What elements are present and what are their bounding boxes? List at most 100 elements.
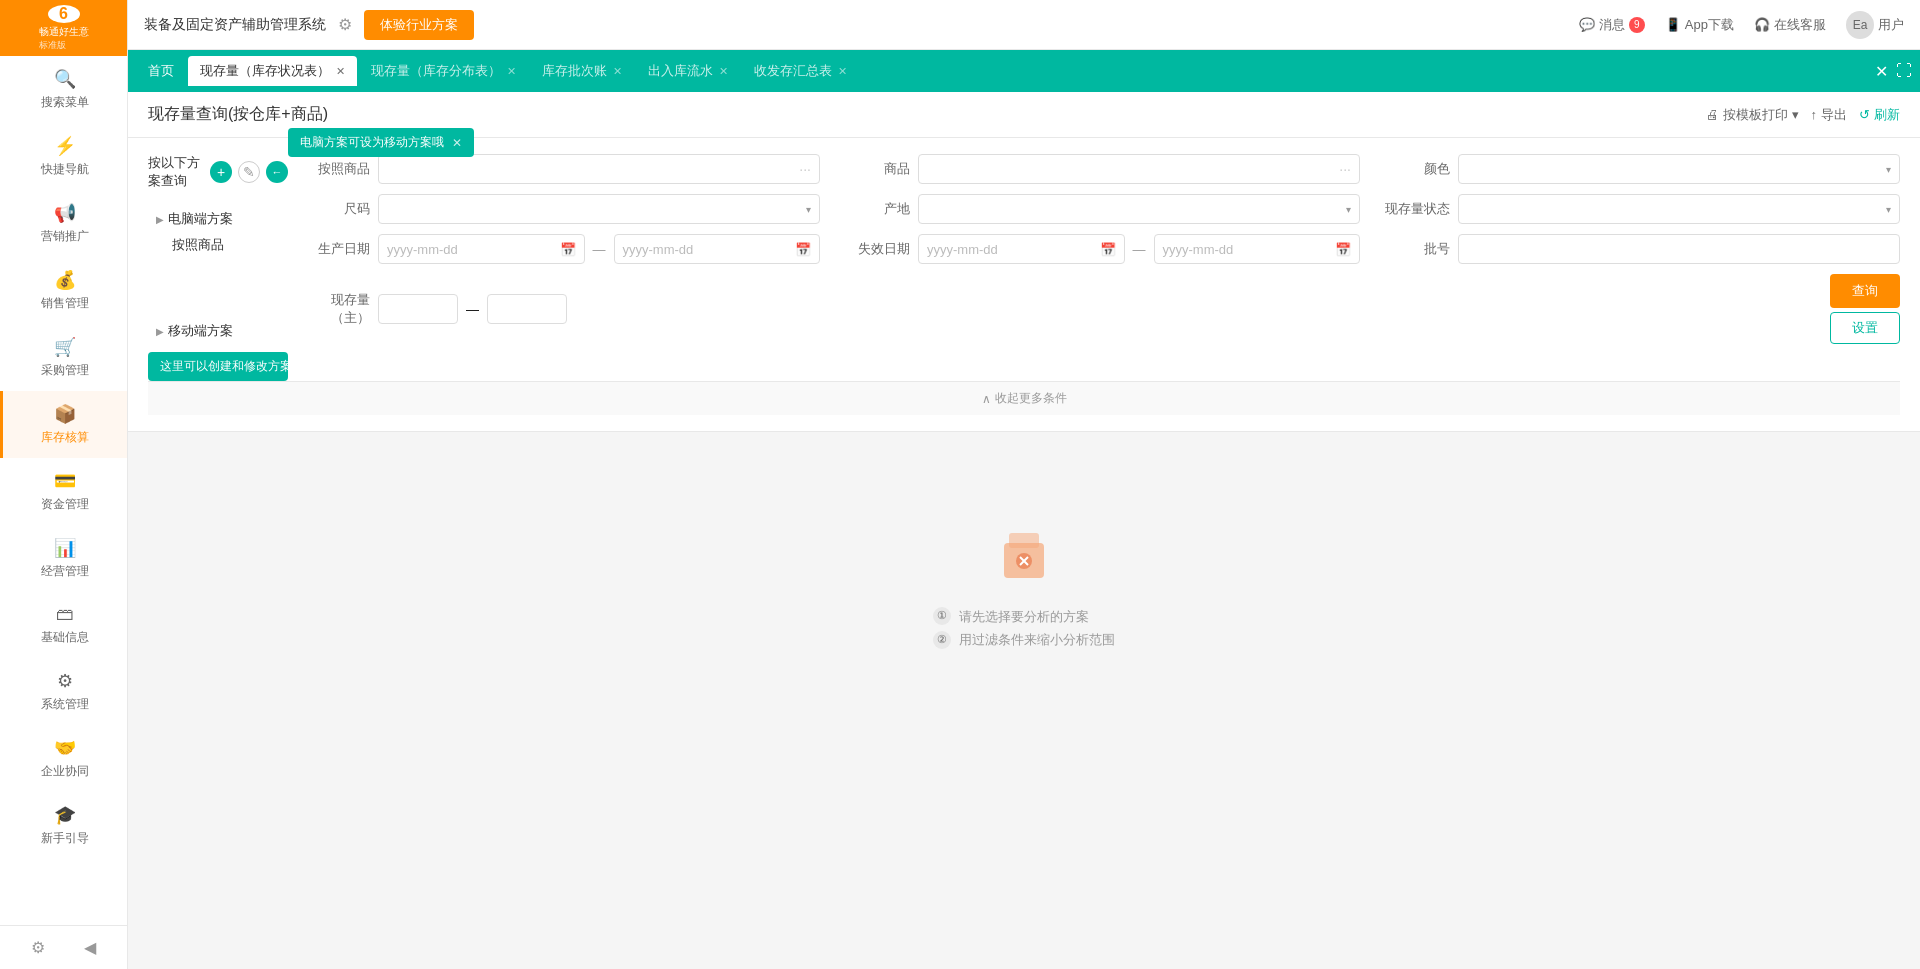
- origin-select[interactable]: ▾: [918, 194, 1360, 224]
- stock-status-select[interactable]: ▾: [1458, 194, 1900, 224]
- close-tab-2-icon[interactable]: ✕: [613, 65, 622, 78]
- maximize-icon[interactable]: ⛶: [1896, 62, 1912, 80]
- empty-tips: ① 请先选择要分析的方案 ② 用过滤条件来缩小分析范围: [933, 605, 1115, 652]
- dropdown-arrow-icon: ▾: [1792, 107, 1799, 122]
- notifications-group[interactable]: 💬 消息 9: [1579, 16, 1645, 34]
- color-select[interactable]: ▾: [1458, 154, 1900, 184]
- brand-text: 畅通好生意 标准版: [39, 25, 89, 52]
- stock-status-dropdown-icon: ▾: [1886, 204, 1891, 215]
- sidebar-item-corp[interactable]: 🤝 企业协同: [0, 725, 127, 792]
- sidebar: 6 畅通好生意 标准版 🔍 搜索菜单 ⚡ 快捷导航 📢 营销推广 💰 销售管理 …: [0, 0, 128, 969]
- close-all-tabs-icon[interactable]: ✕: [1875, 62, 1888, 81]
- sidebar-bottom: ⚙ ◀: [0, 925, 127, 969]
- tip-num-1: ①: [933, 607, 951, 625]
- tab-bar: 首页 现存量（库存状况表） ✕ 现存量（库存分布表） ✕ 库存批次账 ✕ 出入库…: [128, 50, 1920, 92]
- collapse-sidebar-icon[interactable]: ◀: [84, 938, 96, 957]
- produce-date-end[interactable]: yyyy-mm-dd 📅: [614, 234, 821, 264]
- search-btn-group: 查询 设置: [1830, 274, 1900, 344]
- purchase-icon: 🛒: [54, 336, 76, 358]
- sidebar-item-system[interactable]: ⚙ 系统管理: [0, 658, 127, 725]
- expire-date-end[interactable]: yyyy-mm-dd 📅: [1154, 234, 1361, 264]
- produce-date-start[interactable]: yyyy-mm-dd 📅: [378, 234, 585, 264]
- warehouse-label: 按照商品: [300, 160, 370, 178]
- produce-date-range: yyyy-mm-dd 📅 — yyyy-mm-dd 📅: [378, 234, 820, 264]
- tab-summary[interactable]: 收发存汇总表 ✕: [742, 56, 859, 86]
- headset-icon: 🎧: [1754, 17, 1770, 32]
- online-support-group[interactable]: 🎧 在线客服: [1754, 16, 1826, 34]
- add-scheme-btn[interactable]: +: [210, 161, 232, 183]
- close-tab-0-icon[interactable]: ✕: [336, 65, 345, 78]
- close-tooltip1-icon[interactable]: ✕: [452, 136, 462, 150]
- edit-scheme-btn[interactable]: ✎: [238, 161, 260, 183]
- filter-left: 按以下方案查询 + ✎ ← 电脑方案可设为移动方案哦 ✕: [148, 154, 288, 381]
- qty-max-input[interactable]: [487, 294, 567, 324]
- tab-inventory-dist[interactable]: 现存量（库存分布表） ✕: [359, 56, 528, 86]
- tab-home[interactable]: 首页: [136, 56, 186, 86]
- back-scheme-btn[interactable]: ←: [266, 161, 288, 183]
- desktop-scheme-group[interactable]: ▶ 电脑端方案: [148, 206, 288, 232]
- mobile-icon: 📱: [1665, 17, 1681, 32]
- qty-min-input[interactable]: [378, 294, 458, 324]
- inventory-icon: 📦: [54, 403, 76, 425]
- close-tab-4-icon[interactable]: ✕: [838, 65, 847, 78]
- filter-icons: + ✎ ←: [210, 161, 288, 183]
- export-btn[interactable]: ↑ 导出: [1811, 106, 1848, 124]
- qty-range: —: [378, 294, 567, 324]
- sidebar-item-search[interactable]: 🔍 搜索菜单: [0, 56, 127, 123]
- sidebar-item-inventory[interactable]: 📦 库存核算: [0, 391, 127, 458]
- sidebar-item-ops[interactable]: 📊 经营管理: [0, 525, 127, 592]
- size-select[interactable]: ▾: [378, 194, 820, 224]
- mobile-scheme-group[interactable]: ▶ 移动端方案: [148, 318, 288, 344]
- filter-stock-status: 现存量状态 ▾: [1380, 194, 1900, 224]
- empty-state: ① 请先选择要分析的方案 ② 用过滤条件来缩小分析范围: [933, 513, 1115, 652]
- header-settings-icon[interactable]: ⚙: [338, 15, 352, 34]
- guide-icon: 🎓: [54, 804, 76, 826]
- goods-dots-icon[interactable]: ···: [1339, 161, 1351, 177]
- sidebar-item-marketing[interactable]: 📢 营销推广: [0, 190, 127, 257]
- collapse-more-btn[interactable]: ∧ 收起更多条件: [148, 381, 1900, 415]
- page-actions: 🖨 按模板打印 ▾ ↑ 导出 ↺ 刷新: [1706, 106, 1901, 124]
- app-download-group[interactable]: 📱 App下载: [1665, 16, 1734, 34]
- close-tooltip2-icon[interactable]: ✕: [312, 360, 322, 374]
- filter-warehouse: 按照商品 ···: [300, 154, 820, 184]
- settings-bottom-icon[interactable]: ⚙: [31, 938, 45, 957]
- tab-in-out-flow[interactable]: 出入库流水 ✕: [636, 56, 740, 86]
- expire-date-label: 失效日期: [840, 240, 910, 258]
- sidebar-item-quick[interactable]: ⚡ 快捷导航: [0, 123, 127, 190]
- warehouse-select[interactable]: ···: [378, 154, 820, 184]
- produce-date-label: 生产日期: [300, 240, 370, 258]
- sidebar-item-sales[interactable]: 💰 销售管理: [0, 257, 127, 324]
- query-button[interactable]: 查询: [1830, 274, 1900, 308]
- sidebar-item-guide[interactable]: 🎓 新手引导: [0, 792, 127, 859]
- tab-inventory-status[interactable]: 现存量（库存状况表） ✕: [188, 56, 357, 86]
- content-area: ① 请先选择要分析的方案 ② 用过滤条件来缩小分析范围: [128, 432, 1920, 732]
- sidebar-item-finance[interactable]: 💳 资金管理: [0, 458, 127, 525]
- user-group[interactable]: Ea 用户: [1846, 11, 1904, 39]
- refresh-btn[interactable]: ↺ 刷新: [1859, 106, 1900, 124]
- page-content: 现存量查询(按仓库+商品) 🖨 按模板打印 ▾ ↑ 导出 ↺ 刷新: [128, 92, 1920, 969]
- tab-bar-right: ✕ ⛶: [1875, 62, 1912, 81]
- calendar-start-icon: 📅: [560, 242, 576, 257]
- tooltip-create-scheme: 这里可以创建和修改方案哦 ✕: [148, 352, 288, 381]
- filter-wrapper: 按以下方案查询 + ✎ ← 电脑方案可设为移动方案哦 ✕: [148, 154, 1900, 381]
- print-btn[interactable]: 🖨 按模板打印 ▾: [1706, 106, 1799, 124]
- experience-btn[interactable]: 体验行业方案: [364, 10, 474, 40]
- filter-size: 尺码 ▾: [300, 194, 820, 224]
- close-tab-1-icon[interactable]: ✕: [507, 65, 516, 78]
- desktop-scheme-item[interactable]: 按照商品: [148, 232, 288, 258]
- sidebar-item-purchase[interactable]: 🛒 采购管理: [0, 324, 127, 391]
- sidebar-item-base[interactable]: 🗃 基础信息: [0, 592, 127, 658]
- batch-input[interactable]: [1458, 234, 1900, 264]
- tip-item-2: ② 用过滤条件来缩小分析范围: [933, 628, 1115, 651]
- goods-select[interactable]: ···: [918, 154, 1360, 184]
- reset-button[interactable]: 设置: [1830, 312, 1900, 344]
- tab-batch-ledger[interactable]: 库存批次账 ✕: [530, 56, 634, 86]
- close-tab-3-icon[interactable]: ✕: [719, 65, 728, 78]
- expand-arrow-icon: ▶: [156, 214, 164, 225]
- header-left: 装备及固定资产辅助管理系统 ⚙ 体验行业方案: [144, 10, 474, 40]
- color-dropdown-icon: ▾: [1886, 164, 1891, 175]
- origin-dropdown-icon: ▾: [1346, 204, 1351, 215]
- app-header: 装备及固定资产辅助管理系统 ⚙ 体验行业方案 💬 消息 9 📱 App下载 🎧 …: [128, 0, 1920, 50]
- warehouse-dots-icon[interactable]: ···: [799, 161, 811, 177]
- expire-date-start[interactable]: yyyy-mm-dd 📅: [918, 234, 1125, 264]
